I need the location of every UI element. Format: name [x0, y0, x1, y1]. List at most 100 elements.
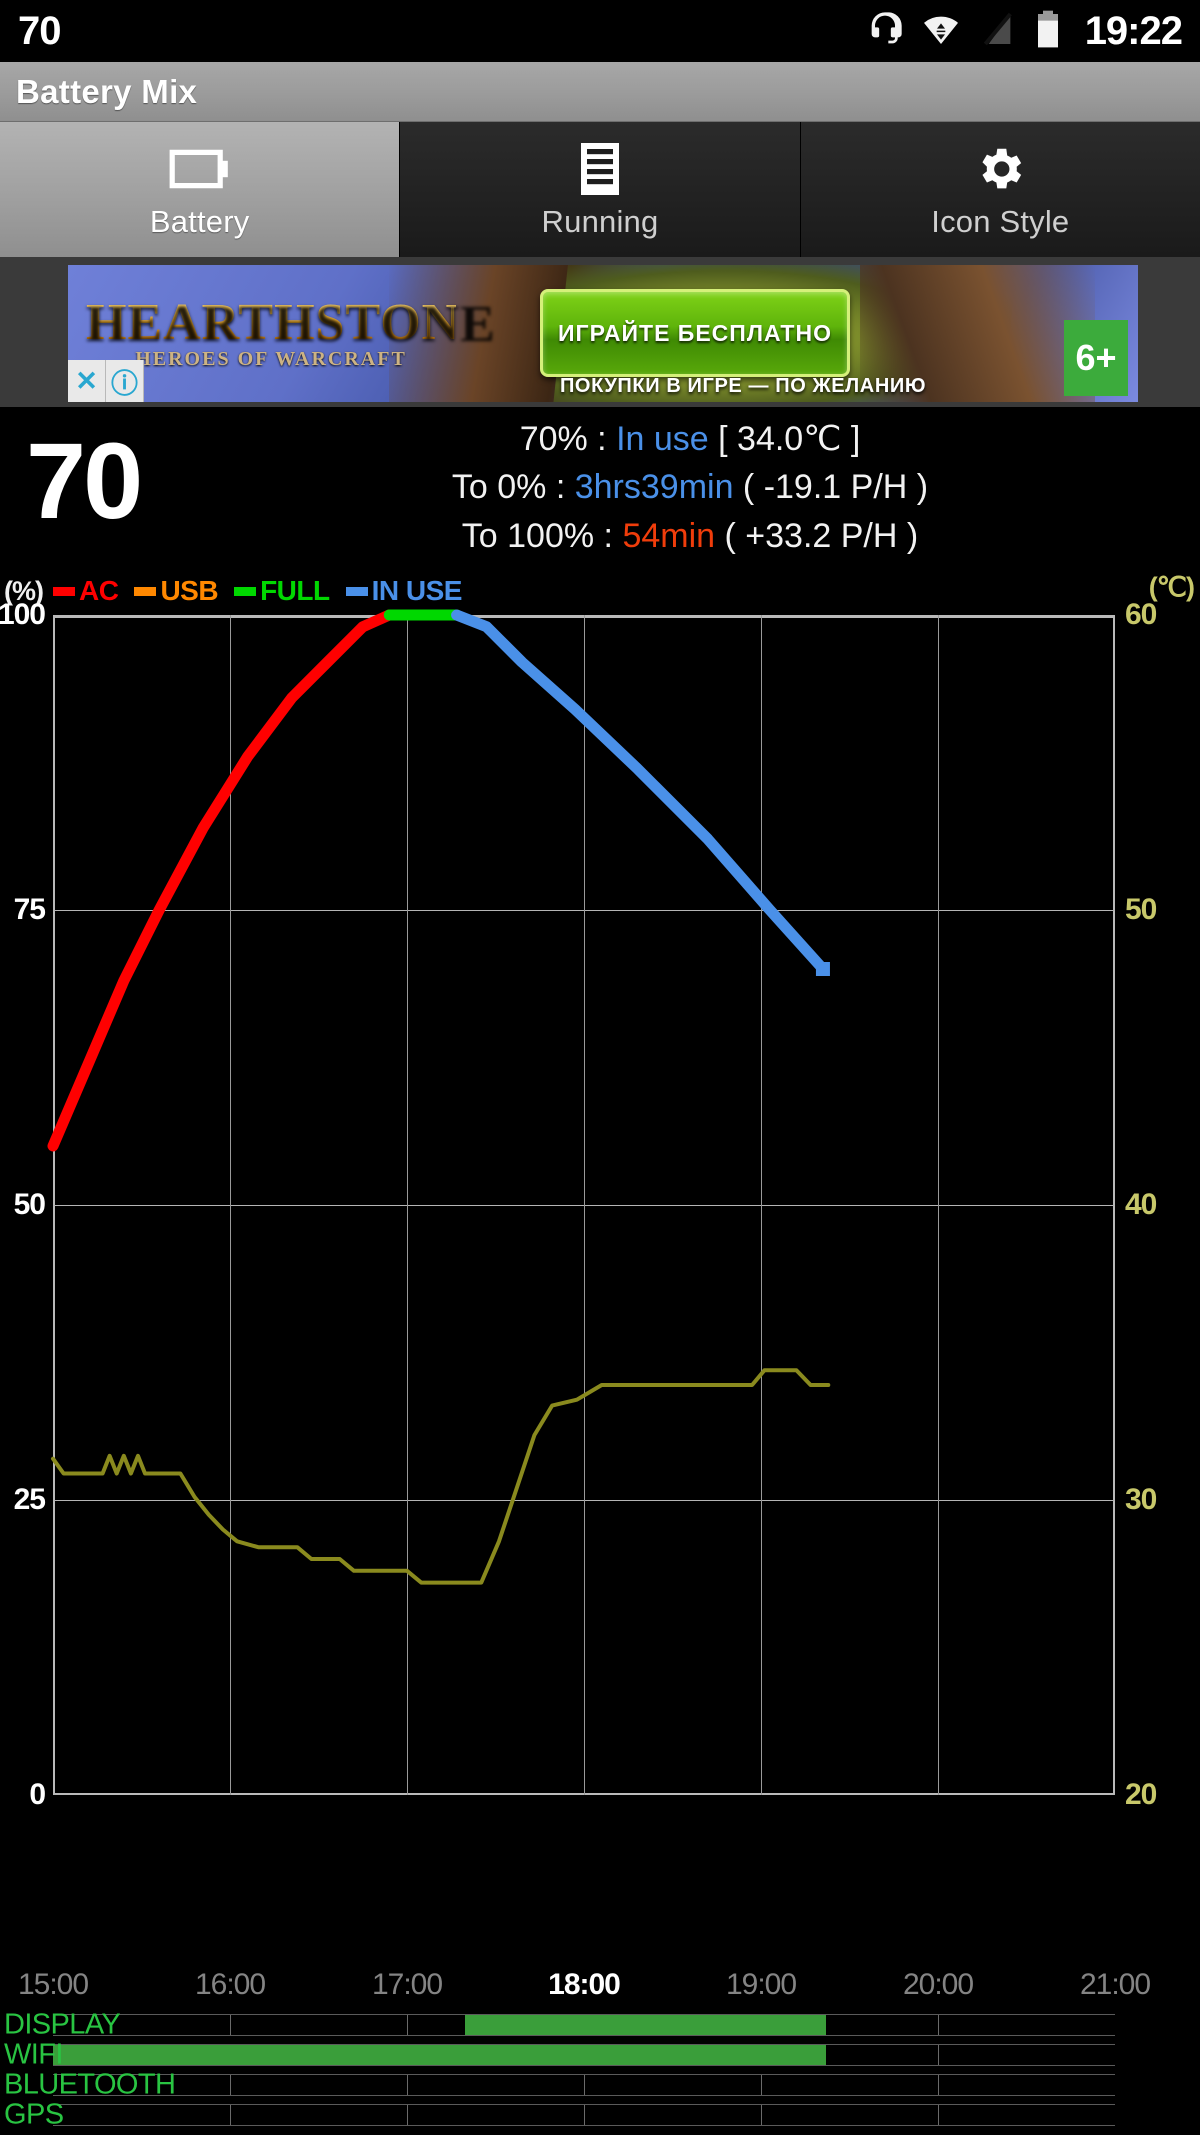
activity-row: WIFI — [0, 2038, 1200, 2071]
ad-banner-container: HEARTHSTONE HEROES OF WARCRAFT ИГРАЙТЕ Б… — [0, 257, 1200, 407]
activity-track — [53, 2044, 1115, 2066]
y-axis-right-labels: 20 30 40 50 60 — [1117, 598, 1200, 1811]
battery-icon — [1033, 9, 1063, 54]
system-status-bar: 70 19:22 — [0, 0, 1200, 62]
gridline-vertical — [230, 2075, 231, 2095]
x-axis-tick: 17:00 — [371, 1968, 443, 2001]
list-icon — [579, 140, 621, 198]
x-axis-tick: 19:00 — [725, 1968, 797, 2001]
x-axis-tick: 16:00 — [194, 1968, 266, 2001]
age-rating-badge: 6+ — [1064, 320, 1128, 396]
gridline-vertical — [407, 2015, 408, 2035]
gridline-vertical — [407, 2075, 408, 2095]
chart-series-ac — [47, 609, 395, 1152]
y-axis-left-tick: 0 — [29, 1778, 46, 1811]
ad-cta-button[interactable]: ИГРАЙТЕ БЕСПЛАТНО — [540, 289, 850, 377]
chart-plot-area — [47, 609, 1115, 1795]
legend-swatch-usb — [134, 586, 157, 596]
y-axis-left-tick: 100 — [0, 598, 46, 631]
x-axis-tick: 20:00 — [902, 1968, 974, 2001]
legend-swatch-full — [234, 586, 257, 596]
y-axis-left-labels: 0 25 50 75 100 — [0, 598, 53, 1811]
summary-line2-value: 3hrs39min — [574, 468, 734, 507]
ad-banner[interactable]: HEARTHSTONE HEROES OF WARCRAFT ИГРАЙТЕ Б… — [68, 265, 1138, 402]
ad-subtext: ПОКУПКИ В ИГРЕ — ПО ЖЕЛАНИЮ — [559, 375, 927, 397]
activity-timeline: DISPLAY WIFI BLUETOOTH GPS — [0, 2008, 1200, 2135]
gridline-vertical — [938, 2015, 939, 2035]
ad-cta-label: ИГРАЙТЕ БЕСПЛАТНО — [558, 319, 832, 346]
y-axis-right-tick: 60 — [1125, 598, 1157, 631]
summary-line3-suffix: ( +33.2 P/H ) — [715, 516, 919, 555]
tab-battery-label: Battery — [149, 203, 250, 239]
activity-label-display: DISPLAY — [4, 2008, 121, 2041]
summary-line2-suffix: ( -19.1 P/H ) — [733, 468, 929, 507]
signal-off-icon — [977, 9, 1017, 54]
summary-line-status: 70% : In use [ 34.0℃ ] — [190, 415, 1190, 463]
gridline-vertical — [407, 2105, 408, 2125]
gridline-vertical — [230, 2105, 231, 2125]
summary-line-to-full: To 100% : 54min ( +33.2 P/H ) — [190, 512, 1190, 560]
tab-battery[interactable]: Battery — [0, 122, 401, 257]
activity-track — [53, 2104, 1115, 2126]
activity-bar — [465, 2015, 827, 2035]
y-axis-right-tick: 50 — [1125, 893, 1157, 926]
legend-label-ac: AC — [79, 575, 119, 606]
app-title: Battery Mix — [16, 72, 198, 110]
chart-series-layer — [47, 609, 831, 1585]
summary-line1-prefix: 70% : — [519, 420, 617, 458]
activity-row: DISPLAY — [0, 2008, 1200, 2041]
y-axis-left-tick: 50 — [13, 1188, 46, 1221]
tab-icon-style[interactable]: Icon Style — [800, 122, 1200, 257]
activity-label-wifi: WIFI — [4, 2038, 63, 2071]
y-axis-left-tick: 75 — [13, 893, 46, 926]
summary-line2-prefix: To 0% : — [451, 468, 575, 507]
x-axis-tick: 15:00 — [17, 1968, 89, 2001]
battery-level-large: 70 — [26, 420, 143, 541]
activity-track — [53, 2014, 1115, 2036]
y-axis-right-tick: 40 — [1125, 1188, 1157, 1221]
activity-label-gps: GPS — [4, 2098, 64, 2131]
gridline-vertical — [761, 2075, 762, 2095]
battery-summary: 70 70% : In use [ 34.0℃ ] To 0% : 3hrs39… — [0, 407, 1200, 572]
legend-item-in-use: IN USE — [345, 575, 463, 607]
headset-icon — [865, 9, 905, 54]
gridline-vertical — [761, 2105, 762, 2125]
activity-track — [53, 2074, 1115, 2096]
status-bar-icons: 19:22 — [865, 8, 1183, 54]
gear-icon — [973, 140, 1027, 198]
legend-label-in-use: IN USE — [371, 575, 463, 606]
summary-line-to-zero: To 0% : 3hrs39min ( -19.1 P/H ) — [190, 463, 1190, 511]
tab-icon-style-label: Icon Style — [931, 203, 1070, 239]
gridline-vertical — [584, 2105, 585, 2125]
gridline-vertical — [938, 2075, 939, 2095]
y-axis-left-tick: 25 — [13, 1483, 46, 1516]
y-axis-right-tick: 20 — [1125, 1778, 1157, 1811]
tab-running[interactable]: Running — [400, 122, 801, 257]
gridline-vertical — [938, 2045, 939, 2065]
summary-line3-prefix: To 100% : — [461, 516, 623, 555]
status-bar-battery-percent: 70 — [18, 8, 61, 53]
tab-running-label: Running — [541, 203, 659, 239]
x-axis-tick: 18:00 — [548, 1968, 621, 2001]
summary-line3-value: 54min — [622, 516, 716, 555]
battery-icon — [169, 140, 231, 198]
gridline-vertical — [230, 2015, 231, 2035]
ad-info-icon[interactable]: ⓘ — [106, 360, 144, 402]
summary-line1-suffix: [ 34.0℃ ] — [708, 420, 861, 458]
chart-series-in-use — [451, 609, 829, 975]
chart-legend: (%) AC USB FULL IN USE (℃) — [0, 572, 1200, 610]
legend-item-ac: AC — [53, 575, 119, 607]
x-axis-tick: 21:00 — [1079, 1968, 1151, 2001]
wifi-icon — [921, 9, 961, 54]
activity-row: GPS — [0, 2098, 1200, 2131]
ad-controls: ✕ ⓘ — [68, 360, 144, 402]
chart-current-point-marker — [815, 962, 830, 976]
activity-bar — [53, 2045, 827, 2065]
chart-series-temperature — [51, 1368, 831, 1585]
legend-swatch-ac — [53, 586, 75, 596]
legend-item-usb: USB — [134, 575, 219, 607]
legend-label-full: FULL — [260, 575, 330, 606]
ad-close-icon[interactable]: ✕ — [68, 360, 106, 402]
status-bar-clock: 19:22 — [1084, 8, 1183, 53]
tab-bar: Battery Running Icon Style — [0, 122, 1200, 257]
